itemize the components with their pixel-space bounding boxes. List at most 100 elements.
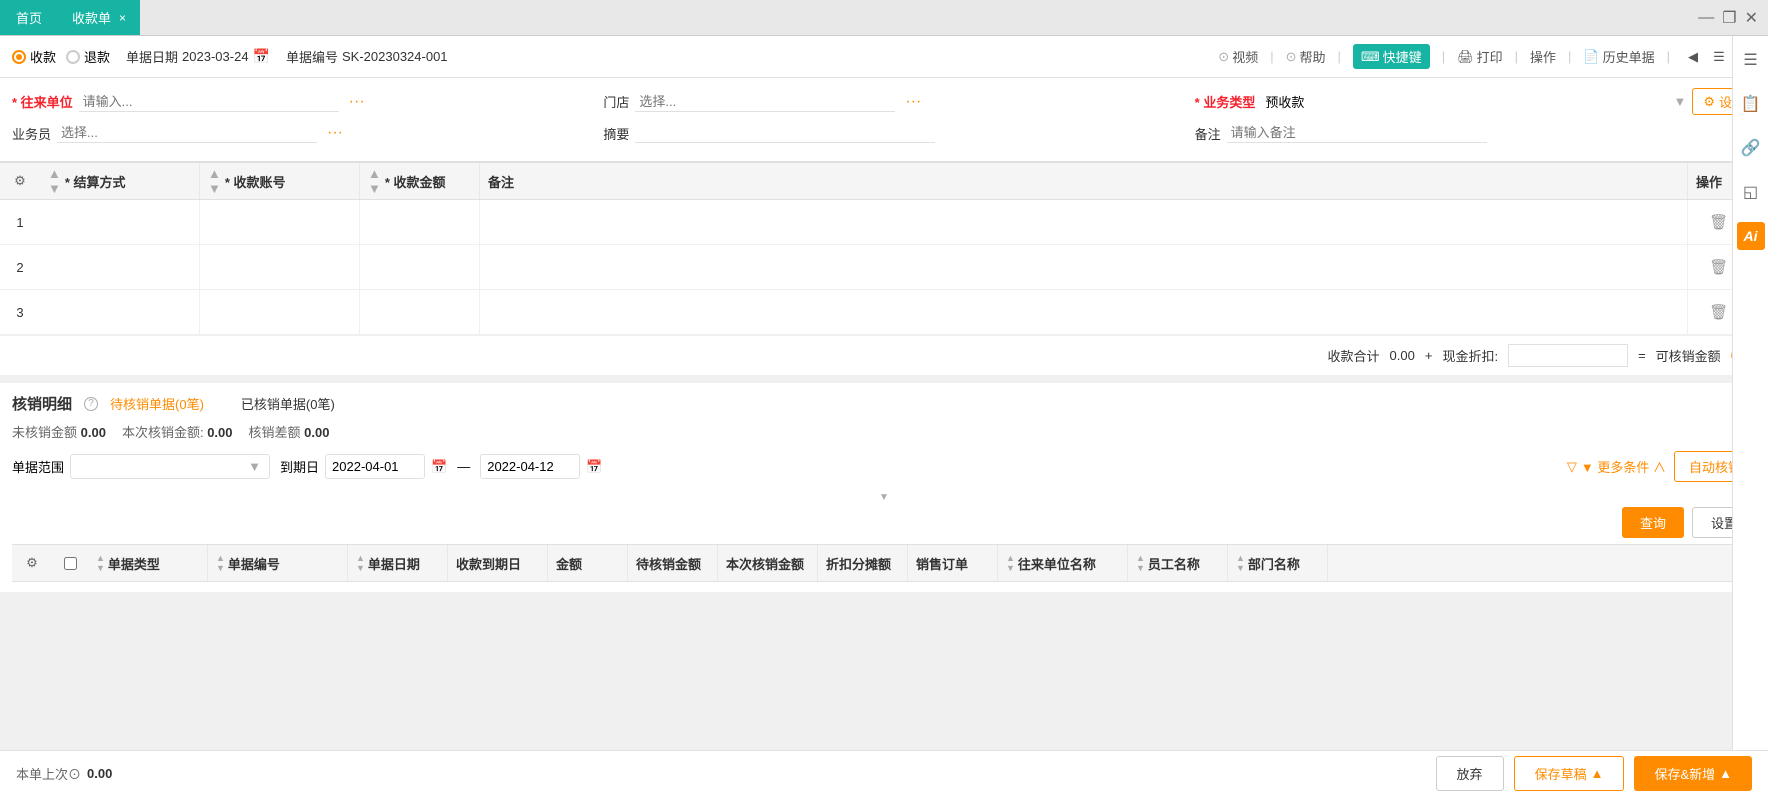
biz-type-label: * 业务类型 <box>1195 92 1256 111</box>
date-from-input[interactable] <box>325 454 425 479</box>
sidebar-icon-expand[interactable]: ◱ <box>1737 178 1765 206</box>
sort-amount-icon[interactable]: ▲▼ <box>368 166 381 196</box>
calendar-icon[interactable]: 📅 <box>253 48 270 65</box>
tab-receipt[interactable]: 收款单 × <box>58 0 140 35</box>
shortcut-btn[interactable]: ⌨ 快捷键 <box>1353 44 1430 69</box>
sort-settle-icon[interactable]: ▲▼ <box>48 166 61 196</box>
save-new-arrow[interactable]: ▲ <box>1719 766 1732 781</box>
td-amount-2[interactable] <box>360 245 480 289</box>
save-draft-btn[interactable]: 保存草稿 ▲ <box>1514 756 1625 791</box>
due-date-label: 到期日 <box>280 457 319 476</box>
more-filter-btn[interactable]: ▽ ▼ 更多条件 ∧ <box>1567 457 1666 476</box>
window-restore-btn[interactable]: ❐ <box>1722 8 1736 28</box>
range-arrow-icon: ▼ <box>248 459 261 474</box>
total-value: 0.00 <box>1390 348 1415 363</box>
bottom-info: 本单上次⊙ 0.00 <box>16 764 112 783</box>
sidebar-icon-ai[interactable]: Ai <box>1737 222 1765 250</box>
verify-title: 核销明细 <box>12 393 72 414</box>
counterpart-input[interactable] <box>79 92 339 112</box>
date-value[interactable]: 2023-03-24 <box>182 49 249 64</box>
store-input[interactable] <box>635 92 895 112</box>
sort-account-icon[interactable]: ▲▼ <box>208 166 221 196</box>
bottom-info-label[interactable]: 本单上次⊙ <box>16 764 81 783</box>
abandon-btn[interactable]: 放弃 <box>1436 756 1504 791</box>
bt-checkbox[interactable] <box>52 557 88 570</box>
form-area: * 往来单位 ··· 门店 ··· * 业务类型 预收款 ▼ ⚙ 设置 业务员 … <box>0 78 1768 162</box>
view-btn-list[interactable]: ◀ <box>1682 46 1704 68</box>
help-btn[interactable]: ⊙ 帮助 <box>1286 47 1326 66</box>
video-btn[interactable]: ⊙ 视频 <box>1218 47 1258 66</box>
receipt-table: ⚙ ▲▼ * 结算方式 ▲▼ * 收款账号 ▲▼ * 收款金额 备注 操作 1 … <box>0 162 1768 375</box>
date-to-input[interactable] <box>480 454 580 479</box>
tab-separator <box>216 394 229 413</box>
date-from-calendar-icon[interactable]: 📅 <box>431 459 447 475</box>
bt-gear-icon[interactable]: ⚙ <box>12 555 52 571</box>
verify-info-icon[interactable]: ? <box>84 397 98 411</box>
td-settle-3[interactable] <box>40 290 200 334</box>
td-remark-1[interactable] <box>480 200 1688 244</box>
history-btn[interactable]: 📄 历史单据 <box>1583 47 1654 66</box>
window-minimize-btn[interactable]: — <box>1698 9 1714 27</box>
summary-label: 摘要 <box>603 124 629 143</box>
view-btn-grid[interactable]: ☰ <box>1708 46 1730 68</box>
td-remark-2[interactable] <box>480 245 1688 289</box>
td-amount-1[interactable] <box>360 200 480 244</box>
radio-receipt[interactable]: 收款 <box>12 47 56 66</box>
form-row-2: 业务员 ··· 摘要 备注 <box>12 123 1756 143</box>
td-account-1[interactable] <box>200 200 360 244</box>
summary-input[interactable] <box>635 123 935 143</box>
tab-receipt-close[interactable]: × <box>119 11 126 25</box>
sidebar-icon-clipboard[interactable]: 📋 <box>1737 90 1765 118</box>
this-time-stat: 本次核销金额: 0.00 <box>122 422 233 441</box>
operation-btn[interactable]: 操作 <box>1530 47 1556 66</box>
td-account-2[interactable] <box>200 245 360 289</box>
bt-th-pending: 待核销金额 <box>628 545 718 581</box>
bottom-bar: 本单上次⊙ 0.00 放弃 保存草稿 ▲ 保存&新增 ▲ <box>0 750 1768 796</box>
radio-receipt-dot <box>12 50 26 64</box>
td-settle-2[interactable] <box>40 245 200 289</box>
select-all-checkbox[interactable] <box>64 557 77 570</box>
salesman-input[interactable] <box>57 123 317 143</box>
window-close-btn[interactable]: ✕ <box>1745 8 1758 28</box>
td-account-3[interactable] <box>200 290 360 334</box>
th-account: ▲▼ * 收款账号 <box>200 163 360 199</box>
discount-input[interactable] <box>1508 344 1628 367</box>
salesman-more-icon[interactable]: ··· <box>327 124 343 142</box>
date-to-calendar-icon[interactable]: 📅 <box>586 459 602 475</box>
store-more-icon[interactable]: ··· <box>905 93 921 111</box>
biz-type-value[interactable]: 预收款 <box>1261 90 1667 113</box>
biz-type-arrow[interactable]: ▼ <box>1673 94 1686 109</box>
toolbar-right: ⊙ 视频 | ⊙ 帮助 | ⌨ 快捷键 | 🖨 打印 | 操作 | 📄 历史单据… <box>1218 44 1756 69</box>
pending-tab[interactable]: 待核销单据(0笔) <box>110 394 204 413</box>
td-remark-3[interactable] <box>480 290 1688 334</box>
save-new-btn[interactable]: 保存&新增 ▲ <box>1634 756 1752 791</box>
tab-home[interactable]: 首页 <box>0 0 58 35</box>
counterpart-more-icon[interactable]: ··· <box>349 93 365 111</box>
table-gear-icon[interactable]: ⚙ <box>0 173 40 189</box>
save-draft-arrow[interactable]: ▲ <box>1591 766 1604 781</box>
sidebar-icon-table[interactable]: ☰ <box>1737 46 1765 74</box>
table-header: ⚙ ▲▼ * 结算方式 ▲▼ * 收款账号 ▲▼ * 收款金额 备注 操作 <box>0 162 1768 200</box>
query-btn[interactable]: 查询 <box>1622 507 1684 538</box>
row-num-3: 3 <box>0 290 40 334</box>
print-btn[interactable]: 🖨 打印 <box>1457 47 1503 66</box>
done-tab[interactable]: 已核销单据(0笔) <box>241 394 335 413</box>
row2-delete-icon[interactable]: 🗑 <box>1709 258 1728 276</box>
filter-right: ▽ ▼ 更多条件 ∧ 自动核销 <box>1567 451 1756 482</box>
td-settle-1[interactable] <box>40 200 200 244</box>
filter-expand-icon[interactable]: ▼ <box>12 492 1756 503</box>
row1-delete-icon[interactable]: 🗑 <box>1709 213 1728 231</box>
row-num-1: 1 <box>0 200 40 244</box>
remark-input[interactable] <box>1227 123 1487 143</box>
sidebar-icon-link[interactable]: 🔗 <box>1737 134 1765 162</box>
th-remark: 备注 <box>480 163 1688 199</box>
row3-delete-icon[interactable]: 🗑 <box>1709 303 1728 321</box>
date-label: 单据日期 <box>126 47 178 66</box>
remark-label: 备注 <box>1195 124 1221 143</box>
range-select[interactable]: ▼ <box>70 454 270 479</box>
radio-refund[interactable]: 退款 <box>66 47 110 66</box>
td-amount-3[interactable] <box>360 290 480 334</box>
table-row: 1 🗑 ⊕ <box>0 200 1768 245</box>
no-value[interactable]: SK-20230324-001 <box>342 49 448 64</box>
range-filter: 单据范围 ▼ <box>12 454 270 479</box>
